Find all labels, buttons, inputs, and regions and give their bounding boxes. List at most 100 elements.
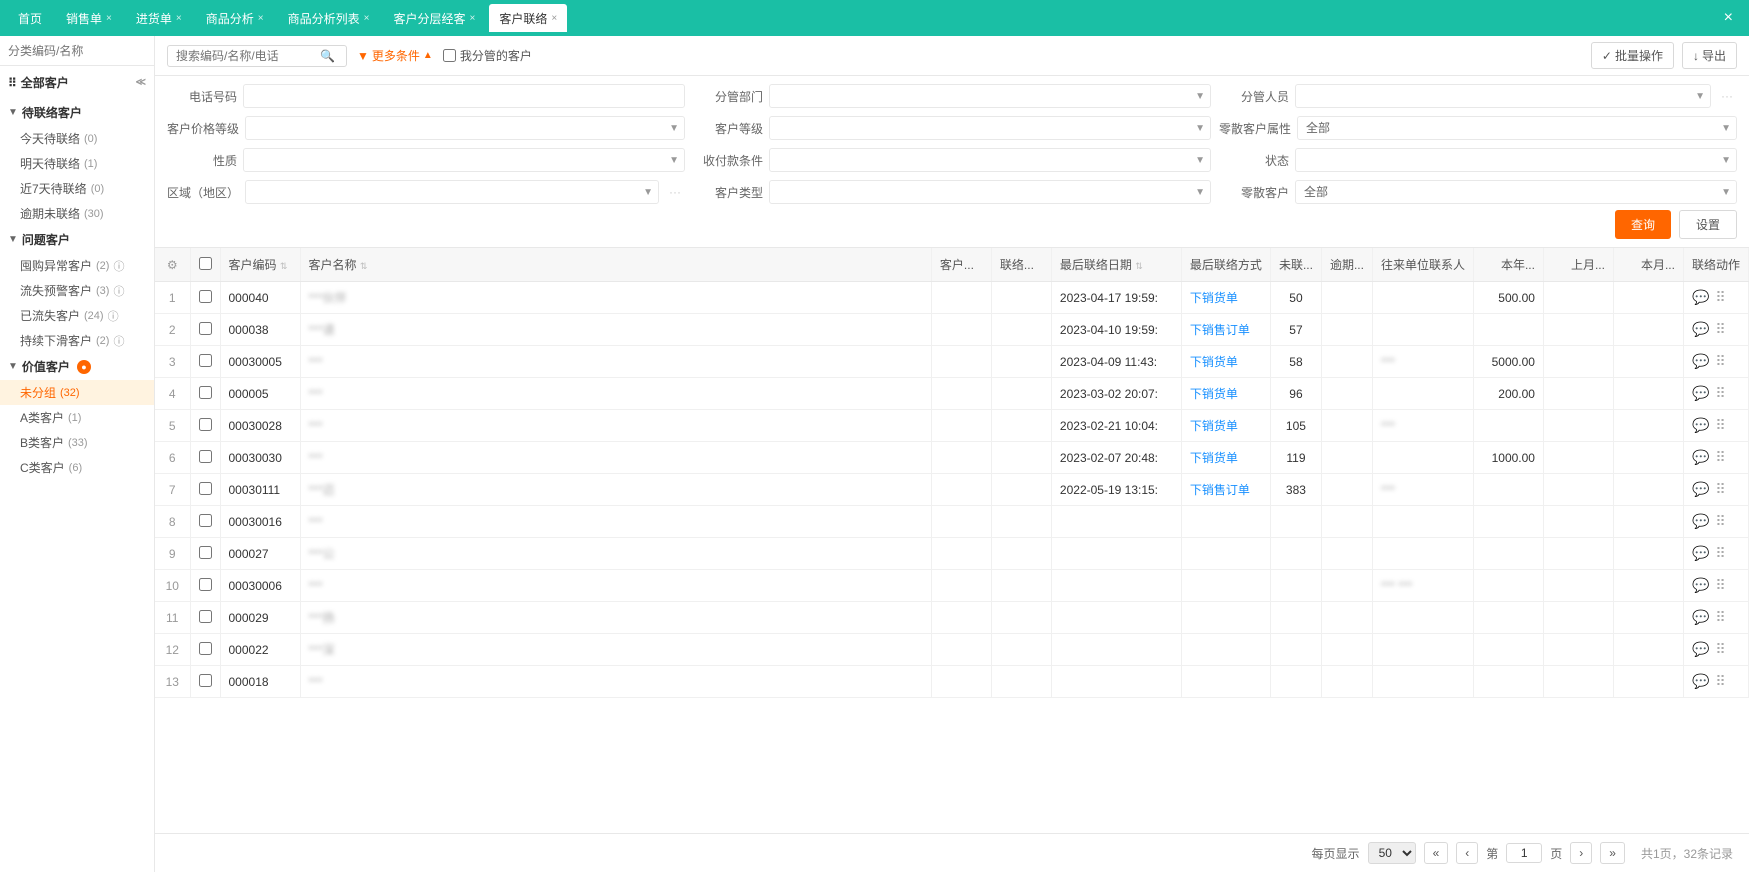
comment-icon-8[interactable]: 💬 <box>1692 545 1709 562</box>
th-last-date[interactable]: 最后联络日期 <box>1051 248 1181 282</box>
grid-action-icon-12[interactable]: ⠿ <box>1715 673 1725 690</box>
more-filter-button[interactable]: ▼ 更多条件 ▲ <box>357 47 433 64</box>
sidebar-group-pending[interactable]: ▼ 待联络客户 <box>0 99 154 126</box>
row-checkbox-0[interactable] <box>199 290 212 303</box>
comment-icon-6[interactable]: 💬 <box>1692 481 1709 498</box>
payment-select[interactable] <box>769 148 1211 172</box>
cell-method-3[interactable]: 下销货单 <box>1181 378 1270 410</box>
phone-input[interactable] <box>243 84 685 108</box>
manager-select[interactable] <box>1295 84 1711 108</box>
row-checkbox-4[interactable] <box>199 418 212 431</box>
cell-check-4[interactable] <box>190 410 220 442</box>
comment-icon-0[interactable]: 💬 <box>1692 289 1709 306</box>
grid-action-icon-10[interactable]: ⠿ <box>1715 609 1725 626</box>
prev-page-button[interactable]: ‹ <box>1456 842 1478 864</box>
th-lastmonth[interactable]: 上月... <box>1543 248 1613 282</box>
page-number-input[interactable] <box>1506 843 1542 863</box>
cell-check-12[interactable] <box>190 666 220 698</box>
row-checkbox-10[interactable] <box>199 610 212 623</box>
sidebar-item-7days[interactable]: 近7天待联络 (0) <box>0 176 154 201</box>
cell-method-10[interactable] <box>1181 602 1270 634</box>
th-person[interactable]: 往来单位联系人 <box>1372 248 1473 282</box>
comment-icon-2[interactable]: 💬 <box>1692 353 1709 370</box>
my-customers-check[interactable] <box>443 49 456 62</box>
grid-action-icon-7[interactable]: ⠿ <box>1715 513 1725 530</box>
grid-action-icon-3[interactable]: ⠿ <box>1715 385 1725 402</box>
export-button[interactable]: ↓ 导出 <box>1682 42 1737 69</box>
th-name[interactable]: 客户名称 <box>300 248 931 282</box>
tab-purchase[interactable]: 进货单 × <box>126 4 192 32</box>
comment-icon-9[interactable]: 💬 <box>1692 577 1709 594</box>
method-link-0[interactable]: 下销货单 <box>1190 291 1238 305</box>
manager-more-icon[interactable]: ··· <box>1717 89 1737 103</box>
close-purchase-icon[interactable]: × <box>176 13 182 24</box>
cell-method-4[interactable]: 下销货单 <box>1181 410 1270 442</box>
tab-sales[interactable]: 销售单 × <box>56 4 122 32</box>
cell-check-8[interactable] <box>190 538 220 570</box>
grid-action-icon-2[interactable]: ⠿ <box>1715 353 1725 370</box>
sidebar-item-declining[interactable]: 持续下滑客户 (2) ⓘ <box>0 328 154 353</box>
row-checkbox-7[interactable] <box>199 514 212 527</box>
close-contact-icon[interactable]: × <box>551 13 557 24</box>
customer-level-select[interactable] <box>769 116 1211 140</box>
row-checkbox-1[interactable] <box>199 322 212 335</box>
comment-icon-12[interactable]: 💬 <box>1692 673 1709 690</box>
close-segment-icon[interactable]: × <box>469 13 475 24</box>
cell-check-1[interactable] <box>190 314 220 346</box>
th-contact[interactable]: 联络... <box>991 248 1051 282</box>
cell-check-7[interactable] <box>190 506 220 538</box>
last-page-button[interactable]: » <box>1600 842 1625 864</box>
th-type[interactable]: 客户... <box>931 248 991 282</box>
dept-select[interactable] <box>769 84 1211 108</box>
cell-method-0[interactable]: 下销货单 <box>1181 282 1270 314</box>
row-checkbox-8[interactable] <box>199 546 212 559</box>
tab-analysis[interactable]: 商品分析 × <box>196 4 274 32</box>
sidebar-item-today[interactable]: 今天待联络 (0) <box>0 126 154 151</box>
sidebar-item-churned[interactable]: 已流失客户 (24) ⓘ <box>0 303 154 328</box>
sidebar-search-input[interactable] <box>8 44 155 58</box>
grid-action-icon-9[interactable]: ⠿ <box>1715 577 1725 594</box>
sidebar-item-tomorrow[interactable]: 明天待联络 (1) <box>0 151 154 176</box>
cell-check-9[interactable] <box>190 570 220 602</box>
sidebar-item-abnormal[interactable]: 囤购异常客户 (2) ⓘ <box>0 253 154 278</box>
grid-action-icon-11[interactable]: ⠿ <box>1715 641 1725 658</box>
search-icon[interactable]: 🔍 <box>320 49 335 63</box>
region-select[interactable] <box>245 180 659 204</box>
cell-check-3[interactable] <box>190 378 220 410</box>
first-page-button[interactable]: « <box>1424 842 1449 864</box>
status-select[interactable] <box>1295 148 1737 172</box>
close-analysis-icon[interactable]: × <box>258 13 264 24</box>
sidebar-item-class-a[interactable]: A类客户 (1) <box>0 405 154 430</box>
search-input[interactable] <box>176 49 316 63</box>
grid-action-icon-4[interactable]: ⠿ <box>1715 417 1725 434</box>
comment-icon-11[interactable]: 💬 <box>1692 641 1709 658</box>
grid-action-icon-6[interactable]: ⠿ <box>1715 481 1725 498</box>
region-more-icon[interactable]: ··· <box>665 185 685 199</box>
cell-method-9[interactable] <box>1181 570 1270 602</box>
method-link-6[interactable]: 下销售订单 <box>1190 483 1250 497</box>
th-no-contact[interactable]: 未联... <box>1270 248 1321 282</box>
retail-customer-select[interactable]: 全部 <box>1295 180 1737 204</box>
collapse-icon[interactable]: ≪ <box>136 77 146 88</box>
row-checkbox-6[interactable] <box>199 482 212 495</box>
method-link-3[interactable]: 下销货单 <box>1190 387 1238 401</box>
settings-icon[interactable]: ⚙ <box>167 258 178 272</box>
retail-attr-select[interactable]: 全部 <box>1297 116 1737 140</box>
comment-icon-10[interactable]: 💬 <box>1692 609 1709 626</box>
window-close-button[interactable]: × <box>1716 5 1741 31</box>
tab-customer-contact[interactable]: 客户联络 × <box>489 4 567 32</box>
tab-customer-segment[interactable]: 客户分层经客 × <box>383 4 485 32</box>
row-checkbox-5[interactable] <box>199 450 212 463</box>
comment-icon-7[interactable]: 💬 <box>1692 513 1709 530</box>
reset-button[interactable]: 设置 <box>1679 210 1737 239</box>
property-select[interactable] <box>243 148 685 172</box>
close-analysis-list-icon[interactable]: × <box>364 13 370 24</box>
sidebar-group-value[interactable]: ▼ 价值客户 ● <box>0 353 154 380</box>
grid-action-icon-1[interactable]: ⠿ <box>1715 321 1725 338</box>
grid-action-icon-0[interactable]: ⠿ <box>1715 289 1725 306</box>
cell-method-7[interactable] <box>1181 506 1270 538</box>
comment-icon-3[interactable]: 💬 <box>1692 385 1709 402</box>
cell-method-8[interactable] <box>1181 538 1270 570</box>
tab-analysis-list[interactable]: 商品分析列表 × <box>278 4 380 32</box>
comment-icon-4[interactable]: 💬 <box>1692 417 1709 434</box>
